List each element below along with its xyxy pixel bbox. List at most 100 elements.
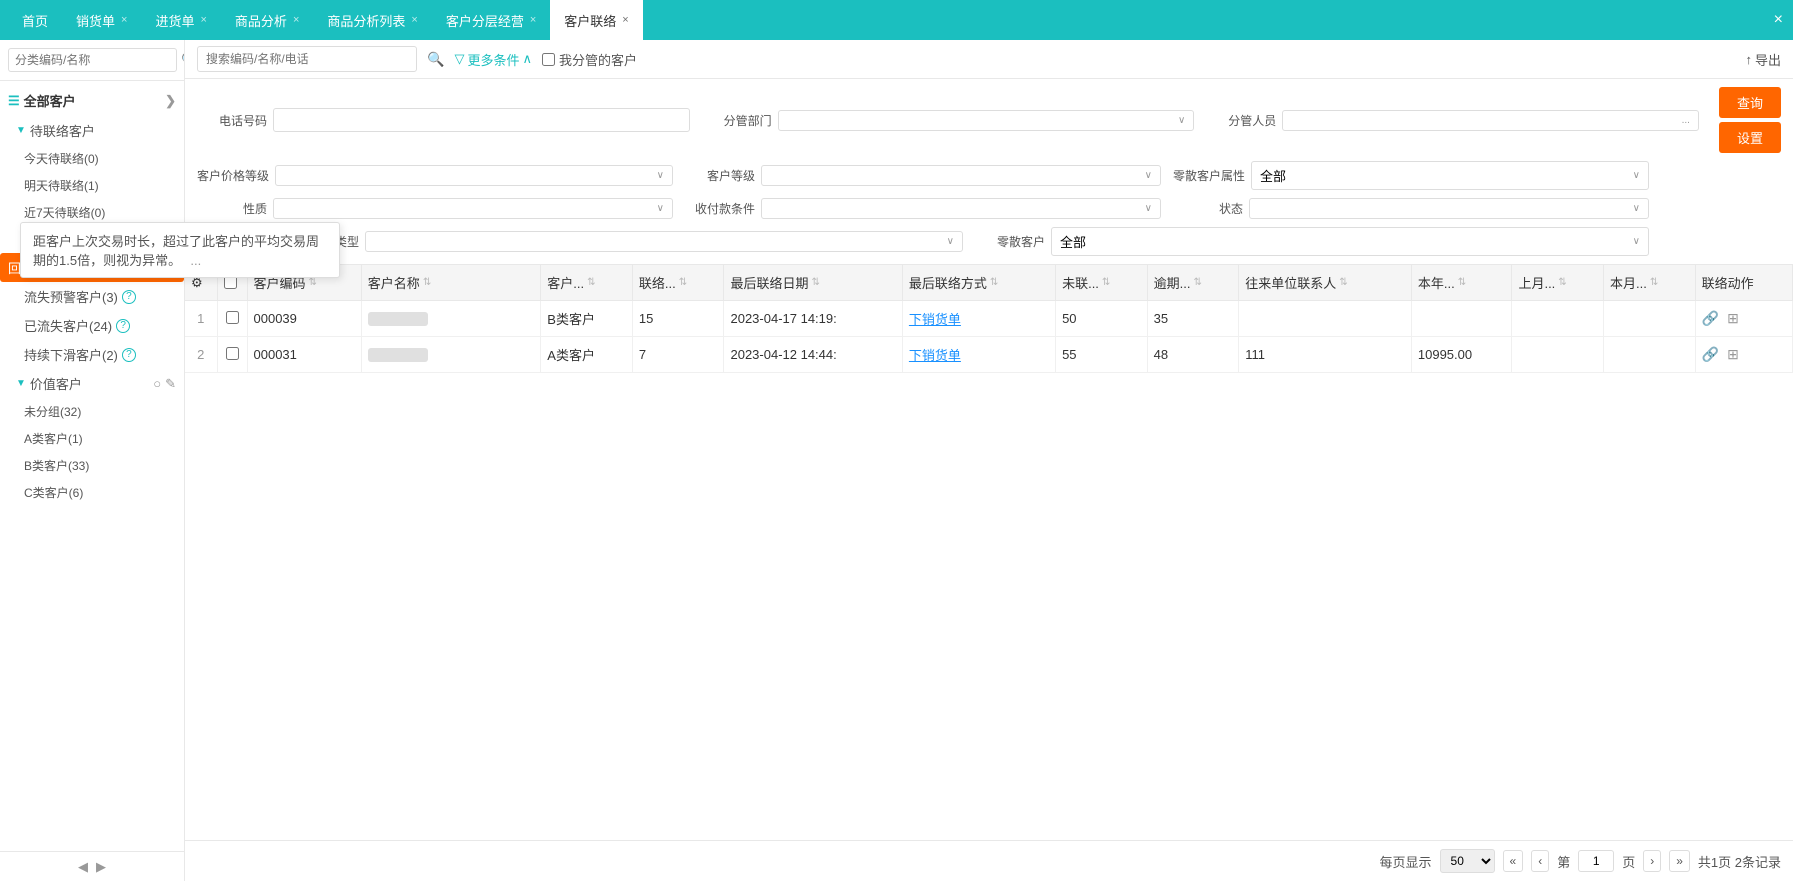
collapse-icon[interactable]: ❯ xyxy=(165,93,176,109)
prev-page-button[interactable]: ‹ xyxy=(1531,850,1549,872)
close-all-tabs-button[interactable]: × xyxy=(1774,11,1783,29)
phone-input[interactable] xyxy=(273,108,690,132)
search-input[interactable] xyxy=(197,46,417,72)
this-year-cell xyxy=(1411,301,1512,337)
action-buttons: 查询 设置 xyxy=(1719,87,1781,153)
contact-link-icon[interactable]: 🔗 xyxy=(1702,346,1719,363)
filter-field-person: 分管人员 ... xyxy=(1206,110,1699,131)
sort-icon: ⇅ xyxy=(1339,277,1347,288)
table-area: ⚙ 客户编码⇅ 客户名称⇅ 客户...⇅ 联络...⇅ 最后联络日期⇅ 最后联络… xyxy=(185,265,1793,840)
chevron-down-icon: ∨ xyxy=(1145,170,1152,181)
settings-icon[interactable]: ✎ xyxy=(165,376,176,392)
th-this-month: 本月...⇅ xyxy=(1604,265,1696,301)
retail-customer-select[interactable]: 全部 ∨ xyxy=(1051,227,1649,256)
sidebar-item-tomorrow-contact[interactable]: 明天待联络(1) xyxy=(0,172,184,199)
chevron-down-icon: ∨ xyxy=(947,236,954,247)
nav-home[interactable]: 首页 xyxy=(8,0,62,40)
sidebar-value-customers[interactable]: ▼ 价值客户 ○ ✎ xyxy=(0,369,184,398)
th-overdue: 逾期...⇅ xyxy=(1147,265,1239,301)
nav-product-analysis[interactable]: 商品分析 × xyxy=(221,0,313,40)
chevron-down-icon: ∨ xyxy=(1633,170,1640,181)
sidebar-all-customers[interactable]: ☰ 全部客户 ❯ xyxy=(0,85,184,116)
search-button[interactable]: 🔍 xyxy=(427,51,444,68)
grid-icon[interactable]: ⊞ xyxy=(1727,310,1739,327)
customer-type-select[interactable]: ∨ xyxy=(365,231,963,252)
page-number-input[interactable] xyxy=(1578,850,1614,872)
row-checkbox-cell xyxy=(217,337,247,373)
th-contact-action: 联络动作 xyxy=(1695,265,1792,301)
sidebar-pending-contact[interactable]: ▼ 待联络客户 xyxy=(0,116,184,145)
dept-select[interactable]: ∨ xyxy=(778,110,1195,131)
filter-field-retail-customer: 零散客户 全部 ∨ xyxy=(975,227,1649,256)
sidebar-item-class-b[interactable]: B类客户(33) xyxy=(0,452,184,479)
action-icons: 🔗 ⊞ xyxy=(1702,310,1786,327)
sidebar-item-class-a[interactable]: A类客户(1) xyxy=(0,425,184,452)
last-page-button[interactable]: » xyxy=(1669,850,1690,872)
sidebar-item-declining-customers[interactable]: 持续下滑客户(2) ? xyxy=(0,340,184,369)
phone-label: 电话号码 xyxy=(197,112,267,129)
chevron-down-icon: ∨ xyxy=(1178,115,1185,126)
close-icon[interactable]: × xyxy=(411,14,417,26)
sidebar-item-loss-warning[interactable]: 流失预警客户(3) ? xyxy=(0,282,184,311)
customer-table: ⚙ 客户编码⇅ 客户名称⇅ 客户...⇅ 联络...⇅ 最后联络日期⇅ 最后联络… xyxy=(185,265,1793,373)
close-icon[interactable]: × xyxy=(622,14,628,26)
close-icon[interactable]: × xyxy=(530,14,536,26)
row-checkbox[interactable] xyxy=(226,311,239,324)
filter-row-3: 性质 ∨ 收付款条件 ∨ 状态 xyxy=(197,198,1781,219)
nav-purchase-order[interactable]: 进货单 × xyxy=(141,0,220,40)
tooltip-close[interactable]: ... xyxy=(190,253,201,268)
sidebar-item-ungrouped[interactable]: 未分组(32) xyxy=(0,398,184,425)
sidebar-search-input[interactable] xyxy=(8,48,177,72)
price-level-select[interactable]: ∨ xyxy=(275,165,673,186)
my-customer-checkbox-area[interactable]: 我分管的客户 xyxy=(542,50,637,69)
customer-name-cell xyxy=(361,337,541,373)
export-button[interactable]: ↑ 导出 xyxy=(1745,50,1781,69)
filter-row-4: ... 客户类型 ∨ 零散客户 全部 ∨ xyxy=(197,227,1781,256)
retail-attr-select[interactable]: 全部 ∨ xyxy=(1251,161,1649,190)
filter-field-retail-attr: 零散客户属性 全部 ∨ xyxy=(1173,161,1649,190)
last-contact-date-cell: 2023-04-12 14:44: xyxy=(724,337,902,373)
customer-level-select[interactable]: ∨ xyxy=(761,165,1161,186)
chevron-down-icon: ∨ xyxy=(657,170,664,181)
status-select[interactable]: ∨ xyxy=(1249,198,1649,219)
sidebar-item-lost-customers[interactable]: 已流失客户(24) ? xyxy=(0,311,184,340)
chevron-right-icon[interactable]: ▶ xyxy=(96,859,106,875)
customer-code-cell: 000031 xyxy=(247,337,361,373)
payment-select[interactable]: ∨ xyxy=(761,198,1161,219)
nav-product-analysis-list[interactable]: 商品分析列表 × xyxy=(313,0,431,40)
close-icon[interactable]: × xyxy=(200,14,206,26)
next-page-button[interactable]: › xyxy=(1643,850,1661,872)
info-icon: ? xyxy=(122,290,136,304)
close-icon[interactable]: × xyxy=(293,14,299,26)
dept-label: 分管部门 xyxy=(702,112,772,129)
sidebar-item-today-contact[interactable]: 今天待联络(0) xyxy=(0,145,184,172)
filter-field-price-level: 客户价格等级 ∨ xyxy=(197,165,673,186)
more-conditions-button[interactable]: ▽ 更多条件 ∧ xyxy=(454,50,532,69)
query-button[interactable]: 查询 xyxy=(1719,87,1781,118)
person-select[interactable]: ... xyxy=(1282,110,1699,131)
first-page-button[interactable]: « xyxy=(1503,850,1524,872)
per-page-select[interactable]: 50 20 100 xyxy=(1440,849,1495,873)
settings-button[interactable]: 设置 xyxy=(1719,122,1781,153)
sort-icon: ⇅ xyxy=(1458,277,1466,288)
total-records-label: 共1页 2条记录 xyxy=(1698,852,1781,871)
sidebar-item-class-c[interactable]: C类客户(6) xyxy=(0,479,184,506)
nav-sales-order[interactable]: 销货单 × xyxy=(62,0,141,40)
sidebar-bottom: ◀ ▶ xyxy=(0,851,184,881)
contact-way-link[interactable]: 下销货单 xyxy=(909,312,961,327)
row-checkbox[interactable] xyxy=(226,347,239,360)
grid-icon[interactable]: ⊞ xyxy=(1727,346,1739,363)
close-icon[interactable]: × xyxy=(121,14,127,26)
nav-customer-contact[interactable]: 客户联络 × xyxy=(550,0,642,40)
nature-select[interactable]: ∨ xyxy=(273,198,673,219)
contact-count-cell: 15 xyxy=(632,301,724,337)
chevron-left-icon[interactable]: ◀ xyxy=(78,859,88,875)
contact-way-link[interactable]: 下销货单 xyxy=(909,348,961,363)
retail-attr-label: 零散客户属性 xyxy=(1173,167,1245,184)
filter-icon: ▽ xyxy=(454,51,464,67)
nav-customer-segmentation[interactable]: 客户分层经营 × xyxy=(432,0,550,40)
this-year-cell: 10995.00 xyxy=(1411,337,1512,373)
edit-icon[interactable]: ○ xyxy=(153,376,161,392)
my-customer-checkbox[interactable] xyxy=(542,53,555,66)
contact-link-icon[interactable]: 🔗 xyxy=(1702,310,1719,327)
